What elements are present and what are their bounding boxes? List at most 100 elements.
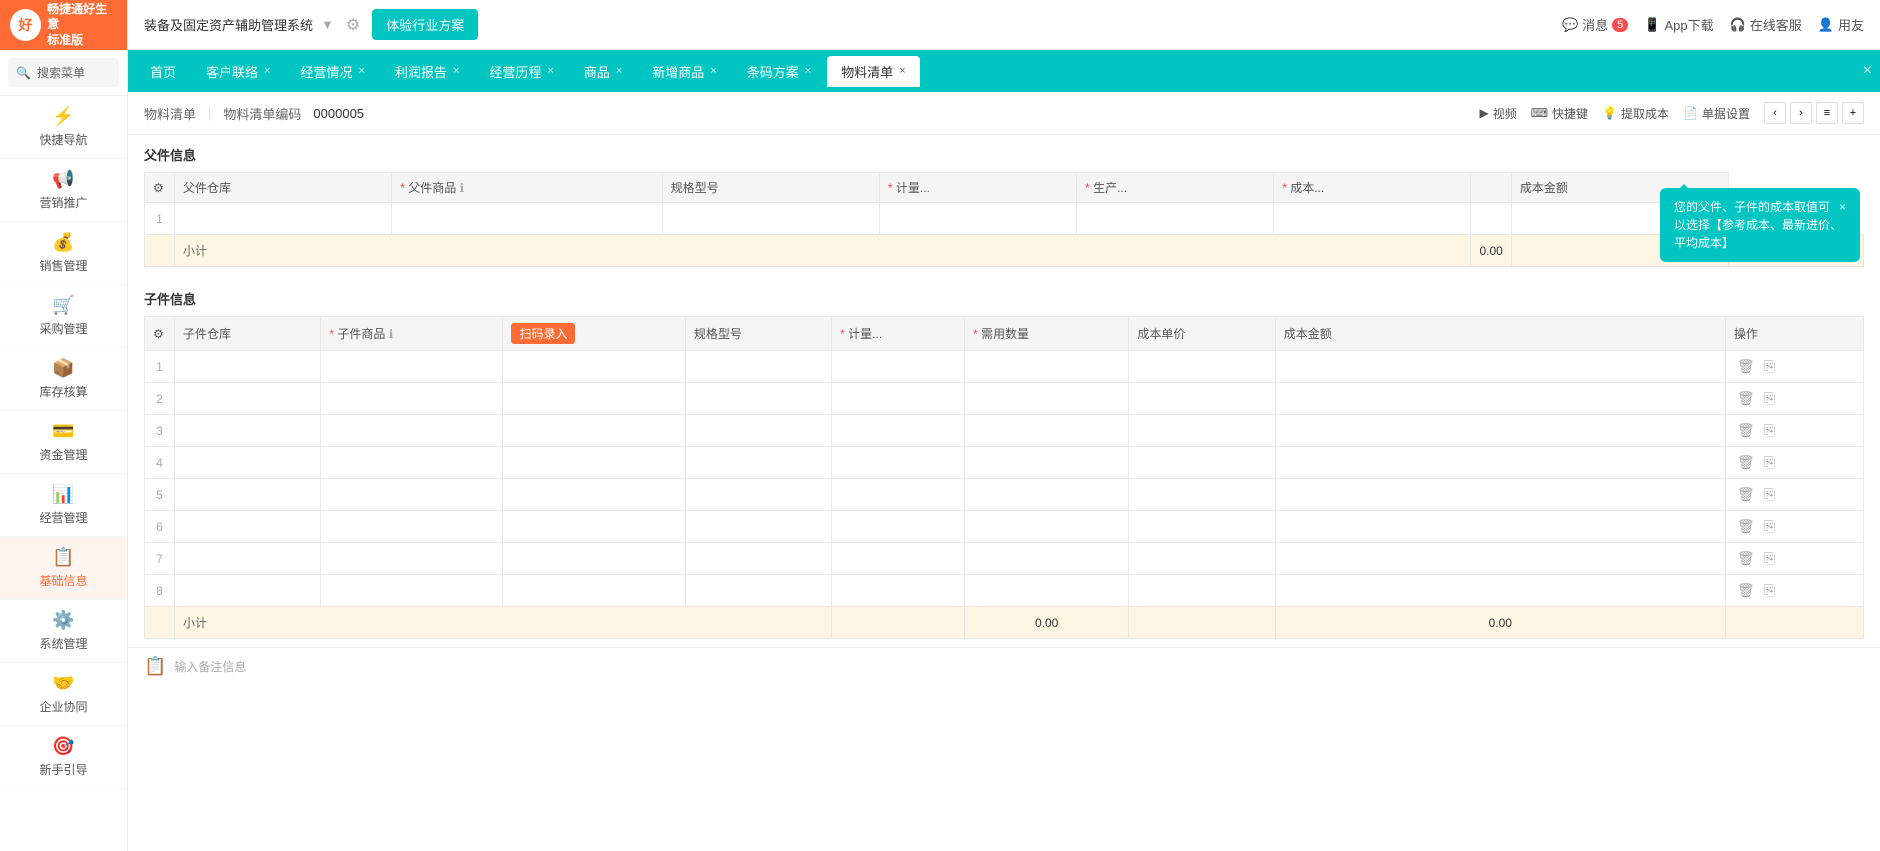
child-row-8-quantity[interactable] bbox=[965, 575, 1129, 607]
child-row-3-cost-amount[interactable] bbox=[1275, 415, 1725, 447]
copy-icon-3[interactable]: ⎘ bbox=[1761, 422, 1778, 438]
tab-history[interactable]: 经营历程 × bbox=[475, 56, 567, 87]
child-row-7-spec[interactable] bbox=[685, 543, 831, 575]
child-row-6-spec[interactable] bbox=[685, 511, 831, 543]
delete-icon-8[interactable]: 🗑 bbox=[1734, 582, 1758, 598]
child-row-1-unit-price[interactable] bbox=[1129, 351, 1275, 383]
gear-icon[interactable]: ⚙ bbox=[346, 15, 360, 35]
nav-list-button[interactable]: ≡ bbox=[1816, 102, 1838, 124]
child-row-4-product[interactable] bbox=[321, 447, 503, 479]
parent-th-settings[interactable]: ⚙ bbox=[145, 173, 175, 203]
child-row-4-warehouse[interactable] bbox=[175, 447, 321, 479]
tab-home[interactable]: 首页 bbox=[136, 56, 190, 87]
child-row-6-warehouse[interactable] bbox=[175, 511, 321, 543]
nav-prev-button[interactable]: ‹ bbox=[1764, 102, 1786, 124]
child-th-settings[interactable]: ⚙ bbox=[145, 317, 175, 351]
child-row-8-product[interactable] bbox=[321, 575, 503, 607]
child-row-4-spec[interactable] bbox=[685, 447, 831, 479]
child-row-4-cost-amount[interactable] bbox=[1275, 447, 1725, 479]
child-row-3-quantity[interactable] bbox=[965, 415, 1129, 447]
shortcut-action[interactable]: ⌨ 快捷键 bbox=[1531, 105, 1588, 122]
tab-customer[interactable]: 客户联络 × bbox=[192, 56, 284, 87]
child-row-1-cost-amount[interactable] bbox=[1275, 351, 1725, 383]
copy-icon-8[interactable]: ⎘ bbox=[1761, 582, 1778, 598]
parent-row-1-warehouse[interactable] bbox=[175, 203, 392, 235]
delete-icon-4[interactable]: 🗑 bbox=[1734, 454, 1758, 470]
child-th-scan[interactable]: 扫码录入 bbox=[503, 317, 685, 351]
sidebar-item-system[interactable]: ⚙️ 系统管理 bbox=[0, 600, 127, 663]
child-row-8-unit[interactable] bbox=[832, 575, 965, 607]
parent-row-1-cost[interactable] bbox=[1274, 203, 1471, 235]
child-row-3-unit-price[interactable] bbox=[1129, 415, 1275, 447]
sidebar-item-basic-info[interactable]: 📋 基础信息 bbox=[0, 537, 127, 600]
child-row-3-spec[interactable] bbox=[685, 415, 831, 447]
delete-icon-2[interactable]: 🗑 bbox=[1734, 390, 1758, 406]
delete-icon-3[interactable]: 🗑 bbox=[1734, 422, 1758, 438]
child-row-2-warehouse[interactable] bbox=[175, 383, 321, 415]
child-row-6-quantity[interactable] bbox=[965, 511, 1129, 543]
child-row-7-product[interactable] bbox=[321, 543, 503, 575]
tab-operations-close[interactable]: × bbox=[358, 65, 364, 77]
tooltip-close-button[interactable]: × bbox=[1839, 198, 1846, 216]
experience-button[interactable]: 体验行业方案 bbox=[372, 9, 478, 40]
sidebar-item-finance[interactable]: 💳 资金管理 bbox=[0, 411, 127, 474]
tab-product[interactable]: 商品 × bbox=[570, 56, 636, 87]
child-row-7-unit-price[interactable] bbox=[1129, 543, 1275, 575]
child-row-1-warehouse[interactable] bbox=[175, 351, 321, 383]
tab-product-close[interactable]: × bbox=[616, 65, 622, 77]
child-row-2-cost-amount[interactable] bbox=[1275, 383, 1725, 415]
search-menu-button[interactable]: 🔍 搜索菜单 bbox=[8, 58, 119, 87]
parent-row-1-produce[interactable] bbox=[1077, 203, 1274, 235]
child-row-4-quantity[interactable] bbox=[965, 447, 1129, 479]
child-row-3-product[interactable] bbox=[321, 415, 503, 447]
online-service-item[interactable]: 🎧 在线客服 bbox=[1730, 15, 1802, 34]
search-area[interactable]: 🔍 搜索菜单 bbox=[0, 50, 127, 96]
tab-history-close[interactable]: × bbox=[547, 65, 553, 77]
child-row-6-product[interactable] bbox=[321, 511, 503, 543]
tab-barcode[interactable]: 条码方案 × bbox=[733, 56, 825, 87]
user-item[interactable]: 👤 用友 bbox=[1818, 15, 1864, 34]
child-row-1-product[interactable] bbox=[321, 351, 503, 383]
parent-row-1-spec[interactable] bbox=[662, 203, 879, 235]
child-row-5-unit-price[interactable] bbox=[1129, 479, 1275, 511]
child-row-6-unit[interactable] bbox=[832, 511, 965, 543]
view-action[interactable]: ▶ 视频 bbox=[1479, 105, 1516, 122]
child-row-8-warehouse[interactable] bbox=[175, 575, 321, 607]
child-row-5-product[interactable] bbox=[321, 479, 503, 511]
child-row-2-spec[interactable] bbox=[685, 383, 831, 415]
tab-barcode-close[interactable]: × bbox=[805, 65, 811, 77]
child-row-1-quantity[interactable] bbox=[965, 351, 1129, 383]
extract-cost-action[interactable]: 💡 提取成本 bbox=[1602, 105, 1669, 122]
child-row-2-unit-price[interactable] bbox=[1129, 383, 1275, 415]
message-item[interactable]: 💬 消息 5 bbox=[1562, 15, 1628, 34]
delete-icon-1[interactable]: 🗑 bbox=[1734, 358, 1758, 374]
child-row-8-unit-price[interactable] bbox=[1129, 575, 1275, 607]
child-row-5-cost-amount[interactable] bbox=[1275, 479, 1725, 511]
copy-icon-6[interactable]: ⎘ bbox=[1761, 518, 1778, 534]
child-row-8-cost-amount[interactable] bbox=[1275, 575, 1725, 607]
child-row-8-spec[interactable] bbox=[685, 575, 831, 607]
child-row-5-warehouse[interactable] bbox=[175, 479, 321, 511]
tab-profit[interactable]: 利润报告 × bbox=[381, 56, 473, 87]
child-row-4-unit[interactable] bbox=[832, 447, 965, 479]
child-row-7-warehouse[interactable] bbox=[175, 543, 321, 575]
child-row-1-unit[interactable] bbox=[832, 351, 965, 383]
sidebar-item-inventory[interactable]: 📦 库存核算 bbox=[0, 348, 127, 411]
copy-icon-1[interactable]: ⎘ bbox=[1761, 358, 1778, 374]
close-all-tabs-icon[interactable]: × bbox=[1863, 62, 1872, 80]
tab-new-product-close[interactable]: × bbox=[710, 65, 716, 77]
sidebar-item-guide[interactable]: 🎯 新手引导 bbox=[0, 726, 127, 789]
child-row-3-unit[interactable] bbox=[832, 415, 965, 447]
child-row-3-warehouse[interactable] bbox=[175, 415, 321, 447]
delete-icon-5[interactable]: 🗑 bbox=[1734, 486, 1758, 502]
copy-icon-2[interactable]: ⎘ bbox=[1761, 390, 1778, 406]
child-row-7-quantity[interactable] bbox=[965, 543, 1129, 575]
child-row-1-spec[interactable] bbox=[685, 351, 831, 383]
child-row-2-quantity[interactable] bbox=[965, 383, 1129, 415]
sidebar-item-quicknav[interactable]: ⚡ 快捷导航 bbox=[0, 96, 127, 159]
sidebar-item-marketing[interactable]: 📢 营销推广 bbox=[0, 159, 127, 222]
tab-bom[interactable]: 物料清单 × bbox=[827, 56, 919, 87]
tab-new-product[interactable]: 新增商品 × bbox=[638, 56, 730, 87]
delete-icon-7[interactable]: 🗑 bbox=[1734, 550, 1758, 566]
tab-bom-close[interactable]: × bbox=[899, 65, 905, 77]
